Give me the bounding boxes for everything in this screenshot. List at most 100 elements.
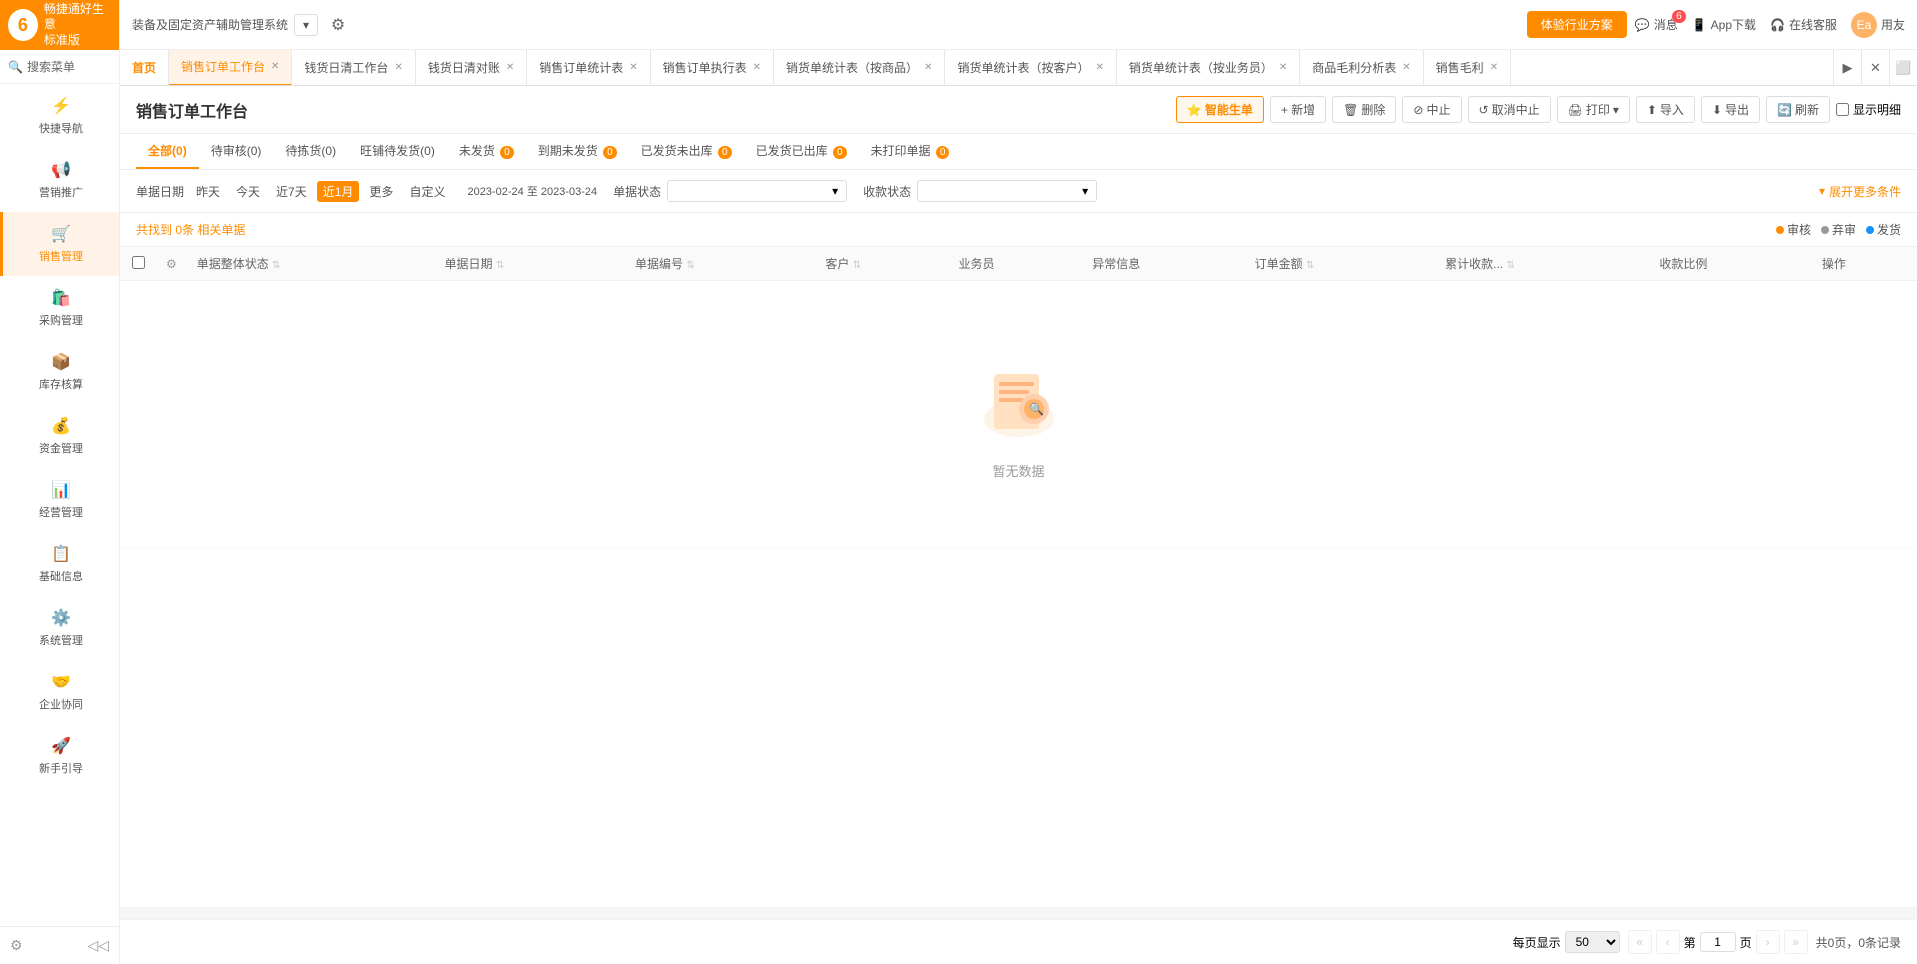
- sidebar-item-operations[interactable]: 📊 经营管理: [0, 468, 119, 532]
- tab-sales-stat-product[interactable]: 销货单统计表（按商品） ✕: [774, 50, 945, 86]
- tab-home[interactable]: 首页: [120, 50, 169, 86]
- first-page-button[interactable]: «: [1628, 930, 1652, 954]
- status-select[interactable]: ▾: [667, 180, 847, 202]
- sidebar-item-guide[interactable]: 🚀 新手引导: [0, 724, 119, 788]
- tab-close-product-margin[interactable]: ✕: [1402, 62, 1410, 73]
- delete-icon: 🗑: [1343, 103, 1358, 117]
- export-button[interactable]: ⬇ 导出: [1701, 96, 1760, 123]
- tabs-scroll-right[interactable]: ▶: [1833, 50, 1861, 86]
- sidebar-item-quick-nav[interactable]: ⚡ 快捷导航: [0, 84, 119, 148]
- th-status[interactable]: 单据整体状态 ⇅: [187, 247, 435, 281]
- tab-close-sales-exec[interactable]: ✕: [753, 62, 761, 73]
- tab-cash-reconcile[interactable]: 钱货日清对账 ✕: [416, 50, 527, 86]
- main-area: 装备及固定资产辅助管理系统 ▾ ⚙ 体验行业方案 💬 消息 6 📱 App下载 …: [120, 0, 1917, 964]
- next-page-button[interactable]: ›: [1756, 930, 1780, 954]
- review-button[interactable]: 审核: [1776, 221, 1811, 238]
- date-yesterday[interactable]: 昨天: [190, 181, 226, 202]
- user-menu[interactable]: Ea 用友: [1851, 12, 1905, 38]
- sub-tab-pending-inspect[interactable]: 待拣货(0): [273, 134, 348, 169]
- tabs-close-all[interactable]: ✕: [1861, 50, 1889, 86]
- tab-sales-stat-staff[interactable]: 销货单统计表（按业务员） ✕: [1117, 50, 1300, 86]
- date-7days[interactable]: 近7天: [270, 181, 313, 202]
- smart-create-button[interactable]: ⭐ 智能生单: [1176, 96, 1264, 123]
- import-button[interactable]: ⬆ 导入: [1636, 96, 1695, 123]
- tab-close-sales-stat-staff[interactable]: ✕: [1279, 62, 1287, 73]
- tab-sales-profit[interactable]: 销售毛利 ✕: [1424, 50, 1511, 86]
- sidebar-item-finance[interactable]: 💰 资金管理: [0, 404, 119, 468]
- settings-gear-icon[interactable]: ⚙: [324, 11, 352, 39]
- add-button[interactable]: + 新增: [1270, 96, 1326, 123]
- select-all-checkbox[interactable]: [132, 256, 145, 269]
- tab-sales-stats[interactable]: 销售订单统计表 ✕: [527, 50, 650, 86]
- th-date[interactable]: 单据日期 ⇅: [435, 247, 625, 281]
- cancel-stop-button[interactable]: ↺ 取消中止: [1468, 96, 1551, 123]
- tab-close-sales-stats[interactable]: ✕: [629, 62, 637, 73]
- th-number[interactable]: 单据编号 ⇅: [625, 247, 815, 281]
- sidebar-item-inventory[interactable]: 📦 库存核算: [0, 340, 119, 404]
- th-customer[interactable]: 客户 ⇅: [815, 247, 948, 281]
- tab-close-cash-daily[interactable]: ✕: [394, 62, 402, 73]
- date-more[interactable]: 更多: [363, 181, 399, 202]
- sidebar: 6 畅捷通好生意 标准版 🔍 搜索菜单 ⚡ 快捷导航 📢 营销推广 🛒 销售管理…: [0, 0, 120, 964]
- tabs-extra: ▶ ✕ ⬜: [1833, 50, 1917, 86]
- horizontal-scrollbar[interactable]: [120, 907, 1917, 919]
- sidebar-settings-icon[interactable]: ⚙: [10, 937, 23, 954]
- tabs-expand[interactable]: ⬜: [1889, 50, 1917, 86]
- show-detail-checkbox[interactable]: 显示明细: [1836, 101, 1901, 118]
- sub-tab-not-shipped[interactable]: 未发货 0: [447, 134, 526, 169]
- sub-tab-shipped-out[interactable]: 已发货已出库 0: [744, 134, 859, 169]
- sidebar-item-sales[interactable]: 🛒 销售管理: [0, 212, 119, 276]
- tab-sales-order[interactable]: 销售订单工作台 ✕: [169, 50, 292, 86]
- sub-tab-all[interactable]: 全部(0): [136, 134, 199, 169]
- tab-close-cash-reconcile[interactable]: ✕: [506, 62, 514, 73]
- expand-filter-button[interactable]: ▾ 展开更多条件: [1819, 183, 1901, 200]
- refresh-button[interactable]: 🔄 刷新: [1766, 96, 1830, 123]
- sub-tab-shipped-not-out[interactable]: 已发货未出库 0: [629, 134, 744, 169]
- sub-tab-pending-review[interactable]: 待审核(0): [199, 134, 274, 169]
- per-page-select[interactable]: 50 100 200: [1565, 931, 1620, 953]
- sidebar-collapse-icon[interactable]: ◁◁: [87, 937, 109, 954]
- sidebar-item-basics[interactable]: 📋 基础信息: [0, 532, 119, 596]
- app-download-button[interactable]: 📱 App下载: [1692, 16, 1756, 33]
- sidebar-item-system[interactable]: ⚙️ 系统管理: [0, 596, 119, 660]
- sub-tab-overdue-ship[interactable]: 到期未发货 0: [526, 134, 629, 169]
- tab-cash-daily[interactable]: 钱货日清工作台 ✕: [292, 50, 415, 86]
- date-custom[interactable]: 自定义: [403, 181, 451, 202]
- tab-sales-stat-customer[interactable]: 销货单统计表（按客户） ✕: [945, 50, 1116, 86]
- print-button[interactable]: 🖨 打印 ▾: [1557, 96, 1630, 123]
- page-actions: ⭐ 智能生单 + 新增 🗑 删除 ⊘ 中止 ↺ 取消中止 🖨 打印 ▾ ⬆ 导入: [1176, 96, 1901, 123]
- th-staff: 业务员: [949, 247, 1083, 281]
- tab-product-margin[interactable]: 商品毛利分析表 ✕: [1300, 50, 1423, 86]
- date-today[interactable]: 今天: [230, 181, 266, 202]
- online-service-button[interactable]: 🎧 在线客服: [1770, 16, 1837, 33]
- date-1month[interactable]: 近1月: [317, 181, 360, 202]
- th-amount[interactable]: 订单金额 ⇅: [1245, 247, 1435, 281]
- th-settings[interactable]: ⚙: [156, 247, 187, 281]
- unreviewed-button[interactable]: 弃审: [1821, 221, 1856, 238]
- sub-tab-wangpu[interactable]: 旺铺待发货(0): [348, 134, 447, 169]
- sidebar-item-purchase[interactable]: 🛍️ 采购管理: [0, 276, 119, 340]
- last-page-button[interactable]: »: [1784, 930, 1808, 954]
- sidebar-item-enterprise[interactable]: 🤝 企业协同: [0, 660, 119, 724]
- stop-button[interactable]: ⊘ 中止: [1402, 96, 1461, 123]
- tab-close-sales-stat-customer[interactable]: ✕: [1095, 62, 1103, 73]
- ship-button[interactable]: 发货: [1866, 221, 1901, 238]
- show-detail-input[interactable]: [1836, 103, 1849, 116]
- th-cumulative[interactable]: 累计收款... ⇅: [1435, 247, 1649, 281]
- tab-sales-exec[interactable]: 销售订单执行表 ✕: [651, 50, 774, 86]
- tab-close-sales-profit[interactable]: ✕: [1490, 62, 1498, 73]
- system-dropdown[interactable]: ▾: [294, 14, 318, 36]
- industry-button[interactable]: 体验行业方案: [1527, 11, 1627, 38]
- page-input[interactable]: [1700, 932, 1736, 952]
- delete-button[interactable]: 🗑 删除: [1332, 96, 1396, 123]
- sidebar-search[interactable]: 🔍 搜索菜单: [0, 50, 119, 84]
- filter-row: 单据日期 昨天 今天 近7天 近1月 更多 自定义 2023-02-24 至 2…: [136, 180, 1901, 202]
- message-button[interactable]: 💬 消息 6: [1635, 16, 1678, 33]
- payment-select[interactable]: ▾: [917, 180, 1097, 202]
- tab-close-sales-order[interactable]: ✕: [271, 61, 279, 72]
- table-area: 共找到 0条 相关单据 审核 弃审 发货: [120, 213, 1917, 907]
- prev-page-button[interactable]: ‹: [1656, 930, 1680, 954]
- tab-close-sales-stat-product[interactable]: ✕: [924, 62, 932, 73]
- sub-tab-not-printed[interactable]: 未打印单据 0: [859, 134, 962, 169]
- sidebar-item-marketing[interactable]: 📢 营销推广: [0, 148, 119, 212]
